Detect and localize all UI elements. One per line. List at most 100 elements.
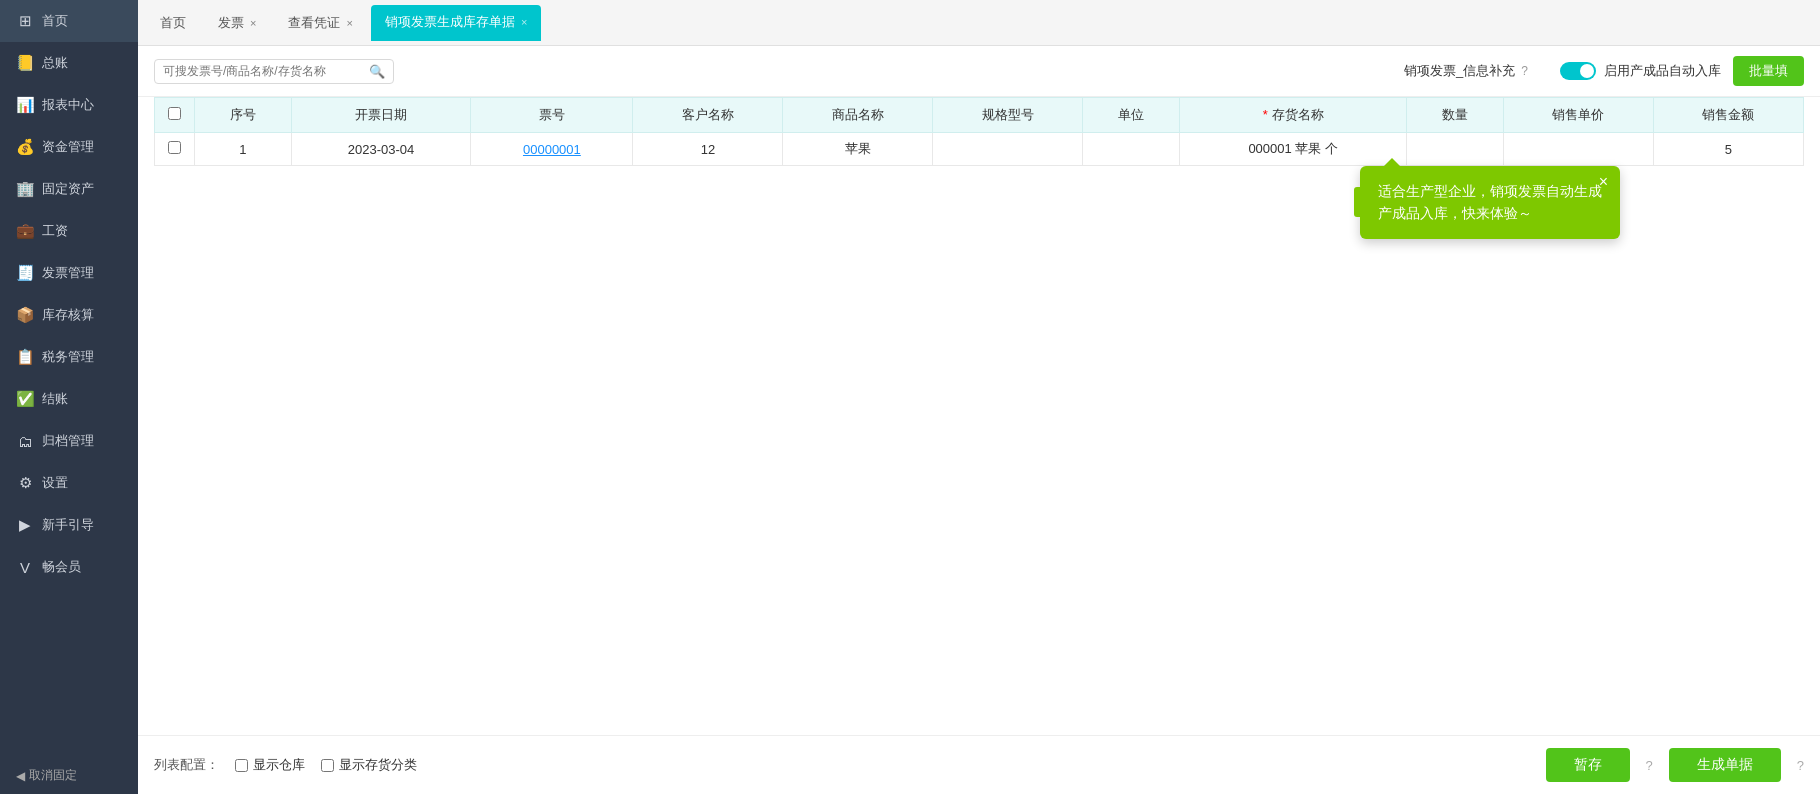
show-warehouse-checkbox[interactable]: 显示仓库 (235, 756, 305, 774)
tab-invoice[interactable]: 发票 × (204, 5, 270, 41)
tab-sale-invoice-close[interactable]: × (521, 16, 527, 28)
show-warehouse-label: 显示仓库 (253, 756, 305, 774)
tab-home-label: 首页 (160, 14, 186, 32)
sidebar-item-label: 新手引导 (42, 516, 94, 534)
tab-voucher-close[interactable]: × (346, 17, 352, 29)
sidebar-item-label: 总账 (42, 54, 68, 72)
sidebar-item-guide[interactable]: ▶ 新手引导 (0, 504, 138, 546)
sidebar: ⊞ 首页 📒 总账 📊 报表中心 💰 资金管理 🏢 固定资产 💼 工资 🧾 发票… (0, 0, 138, 794)
table-header-unit-price: 销售单价 (1503, 98, 1653, 133)
content-area: 🔍 销项发票_信息补充 ? 启用产成品自动入库 批量填 (138, 46, 1820, 794)
tab-sale-invoice-label: 销项发票生成库存单据 (385, 13, 515, 31)
table-header-checkbox[interactable] (155, 98, 195, 133)
table-header-unit: 单位 (1083, 98, 1180, 133)
fixed-assets-icon: 🏢 (16, 180, 34, 198)
ledger-icon: 📒 (16, 54, 34, 72)
table-header-amount: 销售金额 (1653, 98, 1803, 133)
show-warehouse-input[interactable] (235, 759, 248, 772)
tax-icon: 📋 (16, 348, 34, 366)
tooltip-indicator (1354, 187, 1360, 217)
table-header-goods: 商品名称 (783, 98, 933, 133)
tooltip-text: 适合生产型企业，销项发票自动生成产成品入库，快来体验～ (1378, 183, 1602, 221)
sidebar-item-label: 税务管理 (42, 348, 94, 366)
save-help-icon[interactable]: ? (1646, 758, 1653, 773)
row-qty (1407, 133, 1504, 166)
row-checkbox[interactable] (155, 133, 195, 166)
salary-icon: 💼 (16, 222, 34, 240)
cancel-pin-button[interactable]: ◀ 取消固定 (0, 757, 138, 794)
search-icon: 🔍 (369, 64, 385, 79)
table-header-inventory: 存货名称 (1180, 98, 1407, 133)
batch-fill-button[interactable]: 批量填 (1733, 56, 1804, 86)
select-all-checkbox[interactable] (168, 107, 181, 120)
sidebar-item-reports[interactable]: 📊 报表中心 (0, 84, 138, 126)
row-goods: 苹果 (783, 133, 933, 166)
sidebar-item-salary[interactable]: 💼 工资 (0, 210, 138, 252)
sidebar-item-label: 结账 (42, 390, 68, 408)
main-content: 首页 发票 × 查看凭证 × 销项发票生成库存单据 × 🔍 销项发票_信息补充 … (138, 0, 1820, 794)
table-header-date: 开票日期 (291, 98, 471, 133)
guide-icon: ▶ (16, 516, 34, 534)
show-category-label: 显示存货分类 (339, 756, 417, 774)
sidebar-item-invoice-mgmt[interactable]: 🧾 发票管理 (0, 252, 138, 294)
row-select-checkbox[interactable] (168, 141, 181, 154)
row-amount: 5 (1653, 133, 1803, 166)
cancel-pin-label: 取消固定 (29, 767, 77, 784)
table-header-qty: 数量 (1407, 98, 1504, 133)
sidebar-item-closing[interactable]: ✅ 结账 (0, 378, 138, 420)
row-unit-price (1503, 133, 1653, 166)
sidebar-item-vip[interactable]: V 畅会员 (0, 546, 138, 588)
generate-button[interactable]: 生成单据 (1669, 748, 1781, 782)
sidebar-item-settings[interactable]: ⚙ 设置 (0, 462, 138, 504)
info-section: 销项发票_信息补充 ? (1404, 62, 1528, 80)
sidebar-item-label: 发票管理 (42, 264, 94, 282)
vip-icon: V (16, 559, 34, 576)
invoice-mgmt-icon: 🧾 (16, 264, 34, 282)
info-help-icon[interactable]: ? (1521, 64, 1528, 78)
tab-voucher[interactable]: 查看凭证 × (274, 5, 366, 41)
sidebar-item-inventory[interactable]: 📦 库存核算 (0, 294, 138, 336)
table-header-customer: 客户名称 (633, 98, 783, 133)
row-date: 2023-03-04 (291, 133, 471, 166)
info-label: 销项发票_信息补充 (1404, 62, 1515, 80)
sidebar-item-label: 固定资产 (42, 180, 94, 198)
search-box[interactable]: 🔍 (154, 59, 394, 84)
tab-home[interactable]: 首页 (146, 5, 200, 41)
toggle-section: 启用产成品自动入库 (1560, 62, 1721, 80)
tab-invoice-close[interactable]: × (250, 17, 256, 29)
funds-icon: 💰 (16, 138, 34, 156)
sidebar-item-funds[interactable]: 💰 资金管理 (0, 126, 138, 168)
tab-bar: 首页 发票 × 查看凭证 × 销项发票生成库存单据 × (138, 0, 1820, 46)
sidebar-item-archive[interactable]: 🗂 归档管理 (0, 420, 138, 462)
data-table: 序号 开票日期 票号 客户名称 商品名称 规格型号 单位 存货名称 数量 销售单… (154, 97, 1804, 166)
row-model (933, 133, 1083, 166)
inventory-icon: 📦 (16, 306, 34, 324)
settings-icon: ⚙ (16, 474, 34, 492)
sidebar-item-tax[interactable]: 📋 税务管理 (0, 336, 138, 378)
sidebar-item-label: 资金管理 (42, 138, 94, 156)
sidebar-item-label: 归档管理 (42, 432, 94, 450)
search-input[interactable] (163, 64, 363, 78)
row-ticket-no[interactable]: 00000001 (471, 133, 633, 166)
toolbar: 🔍 销项发票_信息补充 ? 启用产成品自动入库 批量填 (138, 46, 1820, 97)
table-row: 1 2023-03-04 00000001 12 苹果 000001 苹果 个 … (155, 133, 1804, 166)
show-category-input[interactable] (321, 759, 334, 772)
sidebar-item-ledger[interactable]: 📒 总账 (0, 42, 138, 84)
table-header-ticket-no: 票号 (471, 98, 633, 133)
tab-sale-invoice[interactable]: 销项发票生成库存单据 × (371, 5, 541, 41)
closing-icon: ✅ (16, 390, 34, 408)
auto-warehouse-toggle[interactable] (1560, 62, 1596, 80)
table-header-model: 规格型号 (933, 98, 1083, 133)
tooltip-close-button[interactable]: × (1599, 174, 1608, 190)
show-category-checkbox[interactable]: 显示存货分类 (321, 756, 417, 774)
sidebar-item-label: 设置 (42, 474, 68, 492)
sidebar-item-fixed-assets[interactable]: 🏢 固定资产 (0, 168, 138, 210)
sidebar-item-label: 畅会员 (42, 558, 81, 576)
generate-help-icon[interactable]: ? (1797, 758, 1804, 773)
save-button[interactable]: 暂存 (1546, 748, 1630, 782)
row-seq: 1 (195, 133, 292, 166)
sidebar-item-home[interactable]: ⊞ 首页 (0, 0, 138, 42)
home-icon: ⊞ (16, 12, 34, 30)
tab-invoice-label: 发票 (218, 14, 244, 32)
sidebar-item-label: 库存核算 (42, 306, 94, 324)
